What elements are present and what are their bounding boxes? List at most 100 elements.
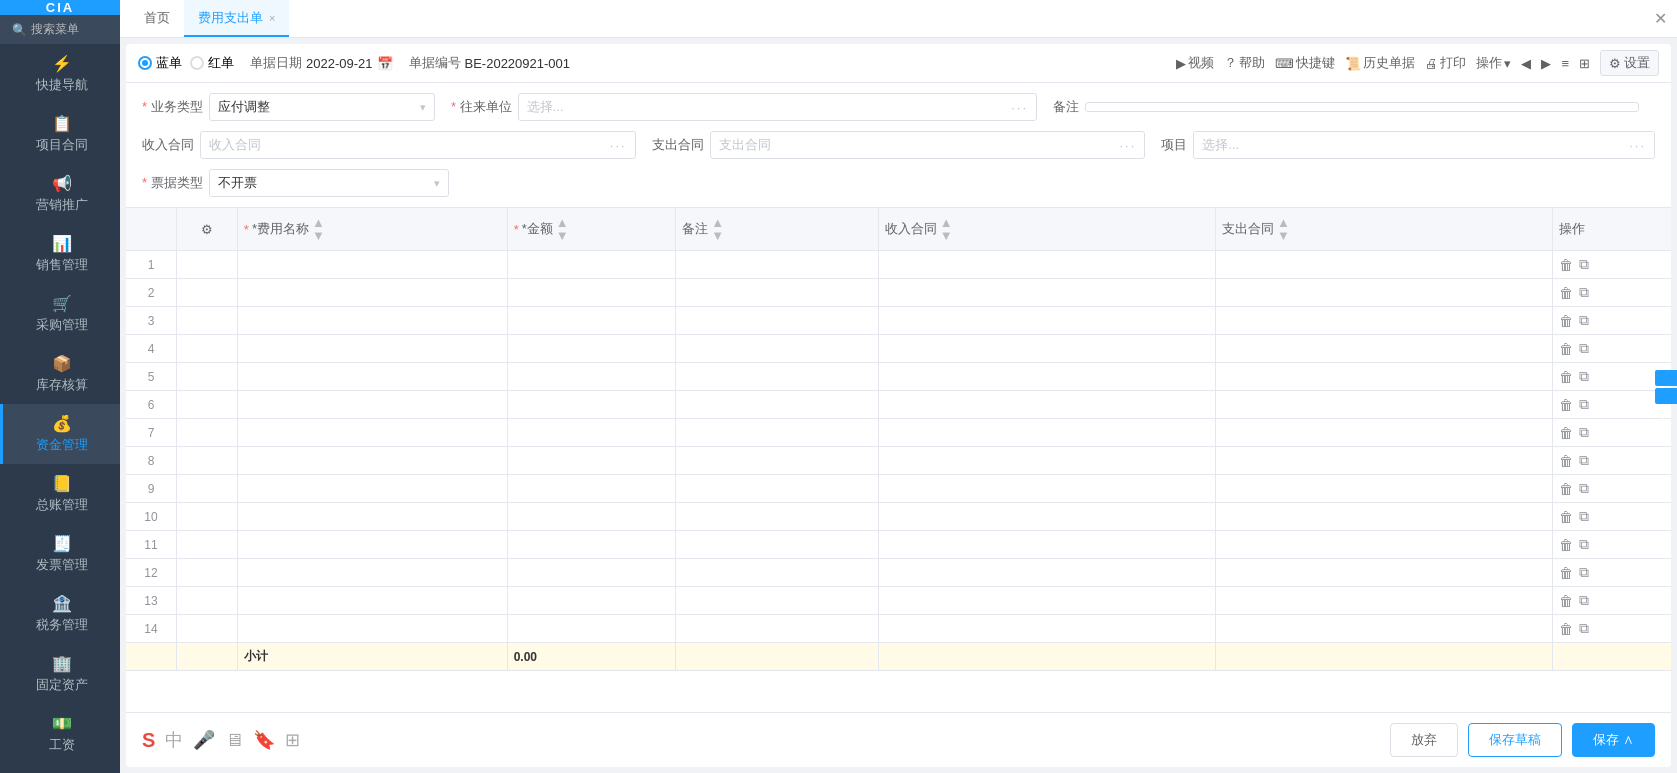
row-income-contract-cell[interactable] [878,587,1215,615]
row-expense-name-cell[interactable] [237,475,507,503]
sidebar-item-inventory[interactable]: 📦 库存核算 [0,344,120,404]
expense-contract-input[interactable]: 支出合同 ··· [710,131,1146,159]
delete-row-btn[interactable]: 🗑 [1559,537,1573,553]
row-remark-cell[interactable] [676,503,878,531]
row-expense-name-cell[interactable] [237,447,507,475]
row-expense-name-cell[interactable] [237,559,507,587]
row-expense-contract-cell[interactable] [1216,391,1553,419]
copy-row-btn[interactable]: ⧉ [1579,340,1589,357]
tab-close-btn[interactable]: × [269,12,275,24]
footer-grid-icon[interactable]: ⊞ [285,729,300,751]
row-income-contract-cell[interactable] [878,447,1215,475]
copy-row-btn[interactable]: ⧉ [1579,452,1589,469]
row-expense-name-cell[interactable] [237,279,507,307]
delete-row-btn[interactable]: 🗑 [1559,313,1573,329]
row-amount-cell[interactable] [507,251,676,279]
row-expense-name-cell[interactable] [237,335,507,363]
invoice-type-input[interactable]: 不开票 ▾ [209,169,449,197]
delete-row-btn[interactable]: 🗑 [1559,285,1573,301]
business-type-input[interactable]: 应付调整 ▾ [209,93,435,121]
sidebar-item-purchase-mgmt[interactable]: 🛒 采购管理 [0,284,120,344]
row-expense-name-cell[interactable] [237,615,507,643]
list-view-icon[interactable]: ≡ [1561,56,1569,71]
sort-icons-income[interactable]: ▲▼ [940,216,953,242]
project-input[interactable]: 选择... ··· [1193,131,1655,159]
copy-row-btn[interactable]: ⧉ [1579,396,1589,413]
copy-row-btn[interactable]: ⧉ [1579,284,1589,301]
delete-row-btn[interactable]: 🗑 [1559,397,1573,413]
sort-icons[interactable]: ▲▼ [312,216,325,242]
config-header[interactable]: ⚙ [177,208,238,251]
delete-row-btn[interactable]: 🗑 [1559,257,1573,273]
row-remark-cell[interactable] [676,419,878,447]
sidebar-item-quick-nav[interactable]: ⚡ 快捷导航 [0,44,120,104]
row-amount-cell[interactable] [507,391,676,419]
save-draft-button[interactable]: 保存草稿 [1468,723,1562,757]
delete-row-btn[interactable]: 🗑 [1559,481,1573,497]
row-amount-cell[interactable] [507,559,676,587]
footer-mic-icon[interactable]: 🎤 [193,729,215,751]
delete-row-btn[interactable]: 🗑 [1559,621,1573,637]
video-btn[interactable]: ▶ 视频 [1176,54,1214,72]
sidebar-item-fund-mgmt[interactable]: 💰 资金管理 [0,404,120,464]
row-remark-cell[interactable] [676,615,878,643]
row-amount-cell[interactable] [507,419,676,447]
sidebar-item-marketing[interactable]: 📢 营销推广 [0,164,120,224]
nav-prev-icon[interactable]: ◀ [1521,56,1531,71]
copy-row-btn[interactable]: ⧉ [1579,312,1589,329]
row-amount-cell[interactable] [507,279,676,307]
row-expense-name-cell[interactable] [237,251,507,279]
copy-row-btn[interactable]: ⧉ [1579,480,1589,497]
delete-row-btn[interactable]: 🗑 [1559,509,1573,525]
copy-row-btn[interactable]: ⧉ [1579,592,1589,609]
delete-row-btn[interactable]: 🗑 [1559,453,1573,469]
sidebar-item-invoice-mgmt[interactable]: 🧾 发票管理 [0,524,120,584]
row-expense-name-cell[interactable] [237,587,507,615]
print-btn[interactable]: 🖨 打印 [1425,54,1466,72]
row-income-contract-cell[interactable] [878,363,1215,391]
sidebar-search[interactable]: 🔍 搜索菜单 [0,15,120,44]
row-income-contract-cell[interactable] [878,251,1215,279]
row-remark-cell[interactable] [676,475,878,503]
settings-btn[interactable]: ⚙ 设置 [1600,50,1659,76]
row-remark-cell[interactable] [676,559,878,587]
row-income-contract-cell[interactable] [878,419,1215,447]
copy-row-btn[interactable]: ⧉ [1579,564,1589,581]
discard-button[interactable]: 放弃 [1390,723,1458,757]
footer-bookmark-icon[interactable]: 🔖 [253,729,275,751]
row-amount-cell[interactable] [507,447,676,475]
row-expense-contract-cell[interactable] [1216,503,1553,531]
row-remark-cell[interactable] [676,307,878,335]
shortcut-btn[interactable]: ⌨ 快捷键 [1275,54,1335,72]
row-remark-cell[interactable] [676,531,878,559]
copy-row-btn[interactable]: ⧉ [1579,256,1589,273]
row-remark-cell[interactable] [676,251,878,279]
footer-screen-icon[interactable]: 🖥 [225,730,243,751]
row-expense-contract-cell[interactable] [1216,279,1553,307]
copy-row-btn[interactable]: ⧉ [1579,620,1589,637]
row-income-contract-cell[interactable] [878,503,1215,531]
row-expense-contract-cell[interactable] [1216,531,1553,559]
copy-row-btn[interactable]: ⧉ [1579,368,1589,385]
row-expense-contract-cell[interactable] [1216,559,1553,587]
grid-view-icon[interactable]: ⊞ [1579,56,1590,71]
row-income-contract-cell[interactable] [878,279,1215,307]
row-amount-cell[interactable] [507,503,676,531]
counterpart-input[interactable]: 选择... ··· [518,93,1037,121]
operate-btn[interactable]: 操作 ▾ [1476,54,1511,72]
row-remark-cell[interactable] [676,363,878,391]
row-income-contract-cell[interactable] [878,335,1215,363]
row-expense-contract-cell[interactable] [1216,307,1553,335]
row-expense-name-cell[interactable] [237,363,507,391]
row-expense-contract-cell[interactable] [1216,587,1553,615]
row-income-contract-cell[interactable] [878,475,1215,503]
sidebar-item-project-contract[interactable]: 📋 项目合同 [0,104,120,164]
copy-row-btn[interactable]: ⧉ [1579,508,1589,525]
nav-next-icon[interactable]: ▶ [1541,56,1551,71]
row-income-contract-cell[interactable] [878,307,1215,335]
attachment-panel-btn[interactable]: 附 [1655,370,1677,386]
row-expense-contract-cell[interactable] [1216,447,1553,475]
calendar-icon[interactable]: 📅 [377,56,393,71]
sidebar-item-fixed-assets[interactable]: 🏢 固定资产 [0,644,120,704]
row-expense-contract-cell[interactable] [1216,419,1553,447]
